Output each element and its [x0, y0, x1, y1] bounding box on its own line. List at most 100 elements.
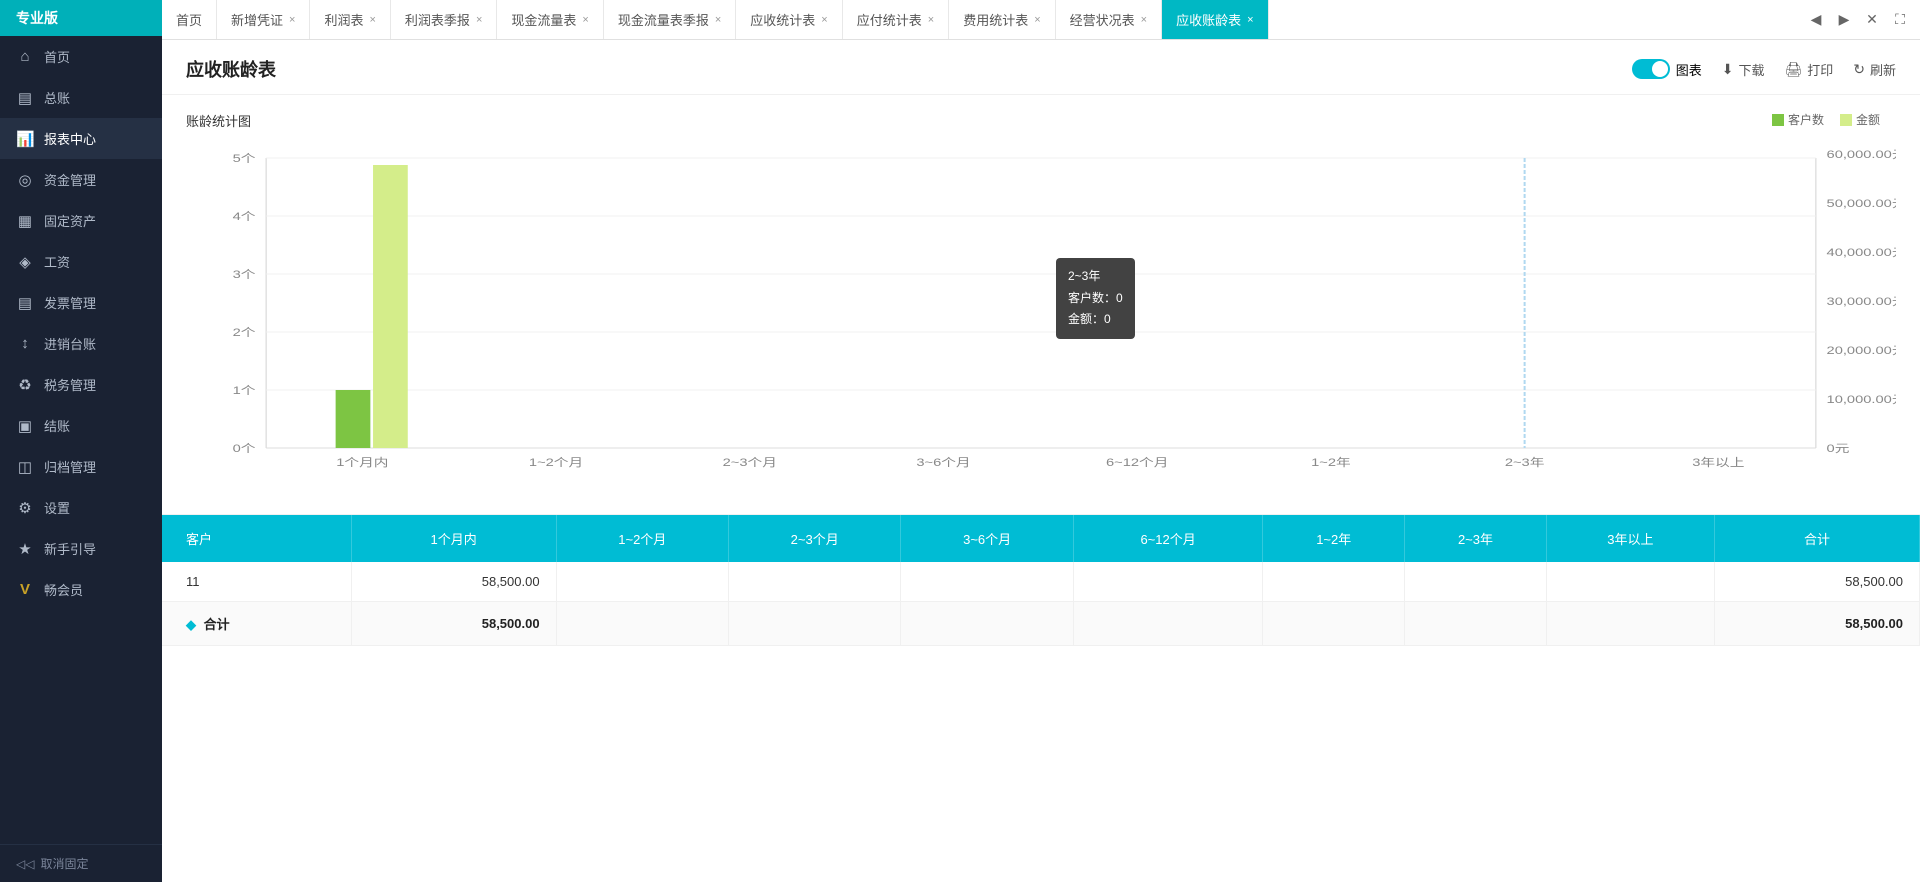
cell-total: 58,500.00: [1714, 562, 1919, 602]
tab-close-button[interactable]: ✕: [1860, 8, 1884, 32]
sidebar-pin-toggle[interactable]: ◁◁ 取消固定: [0, 844, 162, 882]
legend-amount: 金额: [1840, 111, 1880, 128]
total-row: ◆ 合计 58,500.00 58,500.00: [162, 602, 1920, 646]
tab-profit-close[interactable]: ×: [369, 14, 375, 26]
svg-text:1个: 1个: [233, 384, 256, 397]
sidebar-item-settings[interactable]: ⚙ 设置: [0, 487, 162, 528]
tab-next-button[interactable]: ▶: [1832, 8, 1856, 32]
tab-prev-button[interactable]: ◀: [1804, 8, 1828, 32]
tab-bar: 首页 新增凭证 × 利润表 × 利润表季报 × 现金流量表 × 现金流量表季报 …: [162, 0, 1920, 40]
tab-ar-aging-close[interactable]: ×: [1247, 14, 1253, 26]
tab-expense-stats[interactable]: 费用统计表 ×: [949, 0, 1055, 39]
sidebar-item-funds[interactable]: ◎ 资金管理: [0, 159, 162, 200]
tab-cashflow[interactable]: 现金流量表 ×: [497, 0, 603, 39]
legend-amount-dot: [1840, 114, 1852, 126]
page-title: 应收账龄表: [186, 56, 276, 82]
tab-profit-quarter[interactable]: 利润表季报 ×: [391, 0, 497, 39]
tab-ar-aging[interactable]: 应收账龄表 ×: [1162, 0, 1268, 39]
total-year3plus: [1546, 602, 1714, 646]
pin-label: 取消固定: [40, 855, 88, 872]
ledger-icon: ▤: [16, 89, 34, 107]
tab-profit-label: 利润表: [324, 10, 363, 29]
toggle-thumb: [1652, 61, 1668, 77]
tab-ap-stats-close[interactable]: ×: [928, 14, 934, 26]
chart-toggle-label: 图表: [1676, 60, 1702, 79]
tab-operations-close[interactable]: ×: [1141, 14, 1147, 26]
refresh-icon: ↻: [1853, 61, 1865, 78]
tab-profit-quarter-close[interactable]: ×: [476, 14, 482, 26]
tab-profit[interactable]: 利润表 ×: [310, 0, 390, 39]
sidebar-item-home[interactable]: ⌂ 首页: [0, 36, 162, 77]
sidebar-item-label: 结账: [44, 416, 70, 435]
svg-text:6~12个月: 6~12个月: [1106, 456, 1168, 469]
svg-text:0个: 0个: [233, 442, 256, 455]
total-month6-12: [1073, 602, 1263, 646]
sidebar-item-payroll[interactable]: ◈ 工资: [0, 241, 162, 282]
toggle-track[interactable]: [1632, 59, 1670, 79]
tab-ar-stats-label: 应收统计表: [750, 10, 815, 29]
tab-cashflow-quarter[interactable]: 现金流量表季报 ×: [604, 0, 736, 39]
print-label: 打印: [1807, 60, 1833, 79]
sidebar-item-invoice[interactable]: ▤ 发票管理: [0, 282, 162, 323]
total-total: 58,500.00: [1714, 602, 1919, 646]
sidebar-item-archive[interactable]: ◫ 归档管理: [0, 446, 162, 487]
col-header-month1-2: 1~2个月: [556, 515, 728, 562]
print-icon: 🖨: [1784, 61, 1802, 78]
chart-title: 账龄统计图: [186, 111, 1896, 130]
sidebar-item-label: 税务管理: [44, 375, 96, 394]
svg-text:40,000.00元: 40,000.00元: [1827, 246, 1896, 259]
tab-cashflow-quarter-close[interactable]: ×: [715, 14, 721, 26]
col-header-year1-2: 1~2年: [1263, 515, 1405, 562]
print-button[interactable]: 🖨 打印: [1784, 60, 1833, 79]
total-icon: ◆: [186, 617, 196, 632]
tab-maximize-button[interactable]: ⛶: [1888, 8, 1912, 32]
col-header-month3-6: 3~6个月: [901, 515, 1073, 562]
download-button[interactable]: ⬇ 下载: [1722, 60, 1765, 79]
sidebar-item-label: 新手引导: [44, 539, 96, 558]
tab-voucher-close[interactable]: ×: [289, 14, 295, 26]
svg-text:1~2个月: 1~2个月: [529, 456, 583, 469]
cell-year2-3: [1405, 562, 1547, 602]
svg-text:10,000.00元: 10,000.00元: [1827, 393, 1896, 406]
sidebar-item-closing[interactable]: ▣ 结账: [0, 405, 162, 446]
table-area: 客户 1个月内 1~2个月 2~3个月 3~6个月 6~12个月 1~2年 2~…: [162, 515, 1920, 882]
tab-voucher[interactable]: 新增凭证 ×: [217, 0, 310, 39]
refresh-button[interactable]: ↻ 刷新: [1853, 60, 1896, 79]
total-year1-2: [1263, 602, 1405, 646]
sidebar-item-reports[interactable]: 📊 报表中心: [0, 118, 162, 159]
table-header-row: 客户 1个月内 1~2个月 2~3个月 3~6个月 6~12个月 1~2年 2~…: [162, 515, 1920, 562]
tab-home[interactable]: 首页: [162, 0, 217, 39]
sidebar-item-label: 固定资产: [44, 211, 96, 230]
sidebar-item-label: 发票管理: [44, 293, 96, 312]
tab-expense-stats-close[interactable]: ×: [1034, 14, 1040, 26]
sidebar-item-guide[interactable]: ★ 新手引导: [0, 528, 162, 569]
sidebar-item-tax[interactable]: ♻ 税务管理: [0, 364, 162, 405]
guide-icon: ★: [16, 540, 34, 558]
sidebar-item-label: 畅会员: [44, 580, 83, 599]
sidebar-item-ledger[interactable]: ▤ 总账: [0, 77, 162, 118]
chart-svg: 0个 1个 2个 3个 4个 5个 0元 10,000.00元 20,000.0…: [186, 138, 1896, 498]
sidebar-item-vip[interactable]: V 畅会员: [0, 569, 162, 610]
tab-cashflow-close[interactable]: ×: [582, 14, 588, 26]
tab-controls: ◀ ▶ ✕ ⛶: [1796, 8, 1920, 32]
col-header-year2-3: 2~3年: [1405, 515, 1547, 562]
sidebar-item-label: 报表中心: [44, 129, 96, 148]
sidebar-item-sales[interactable]: ↕ 进销台账: [0, 323, 162, 364]
chart-toggle[interactable]: 图表: [1632, 59, 1702, 79]
col-header-total: 合计: [1714, 515, 1919, 562]
tab-operations[interactable]: 经营状况表 ×: [1056, 0, 1162, 39]
sales-icon: ↕: [16, 335, 34, 352]
tab-ap-stats[interactable]: 应付统计表 ×: [843, 0, 949, 39]
bar-amount-1: [373, 165, 408, 448]
vip-icon: V: [16, 581, 34, 598]
payroll-icon: ◈: [16, 253, 34, 271]
cell-month3-6: [901, 562, 1073, 602]
total-label-text: 合计: [204, 617, 230, 632]
chart-legend: 客户数 金额: [1772, 111, 1880, 128]
tab-ar-stats[interactable]: 应收统计表 ×: [736, 0, 842, 39]
total-month1: 58,500.00: [351, 602, 556, 646]
col-header-month1: 1个月内: [351, 515, 556, 562]
sidebar-item-assets[interactable]: ▦ 固定资产: [0, 200, 162, 241]
sidebar: 专业版 ⌂ 首页 ▤ 总账 📊 报表中心 ◎ 资金管理 ▦ 固定资产 ◈ 工资 …: [0, 0, 162, 882]
tab-ar-stats-close[interactable]: ×: [821, 14, 827, 26]
